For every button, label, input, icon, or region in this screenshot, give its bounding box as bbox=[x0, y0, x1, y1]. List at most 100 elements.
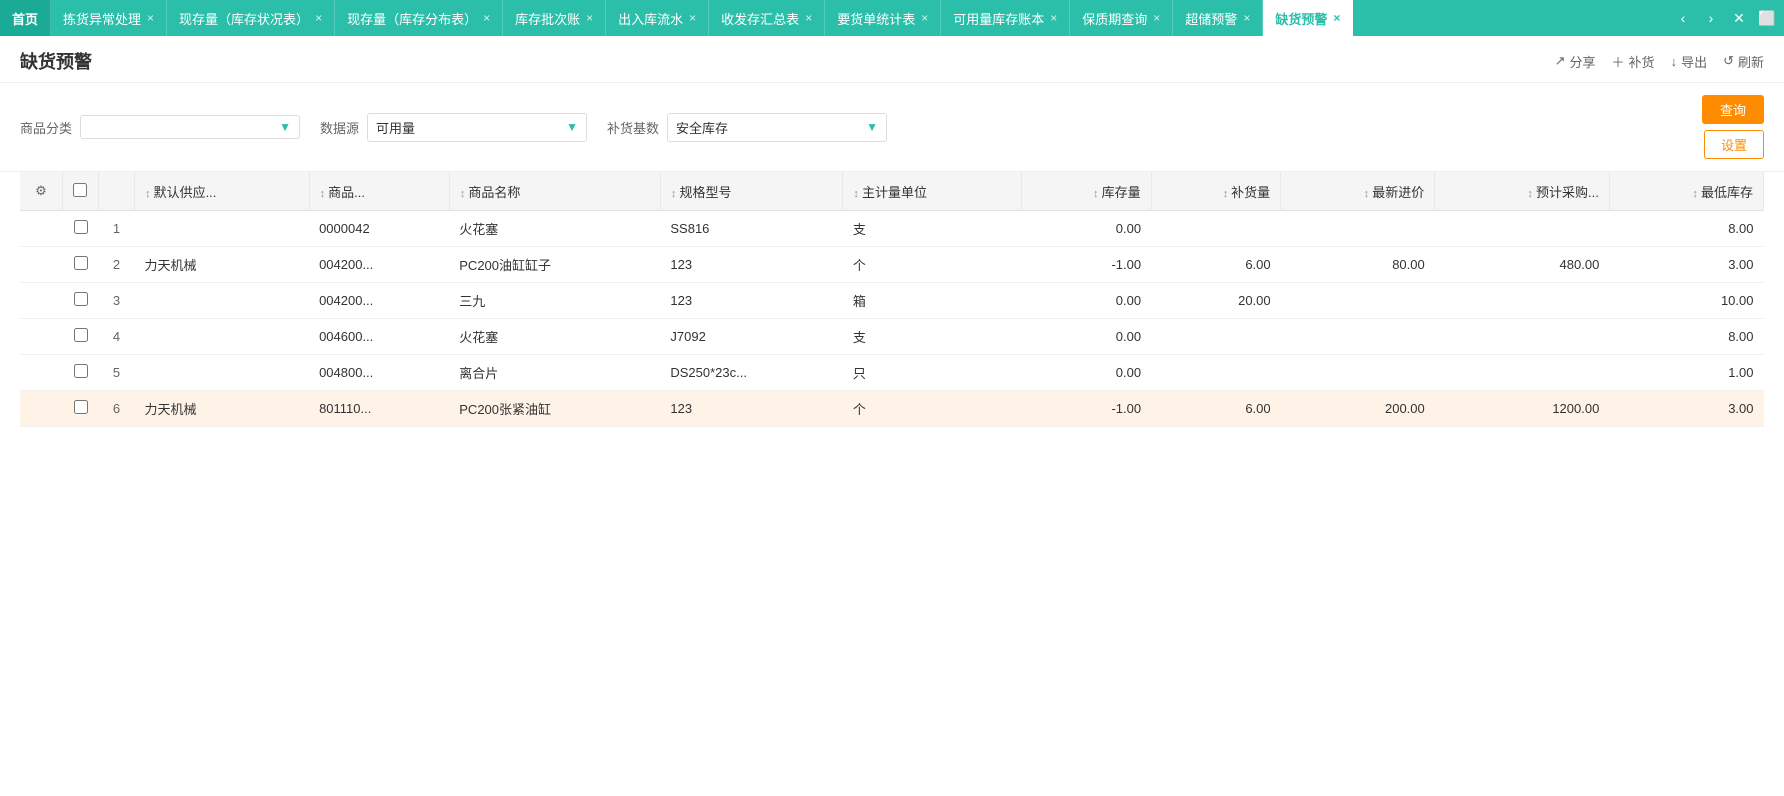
tab-shortage-warning-close[interactable]: × bbox=[1333, 11, 1340, 25]
col-unit[interactable]: 主计量单位 bbox=[843, 172, 1022, 211]
row-setting-cell bbox=[20, 247, 63, 283]
tab-expiry-query[interactable]: 保质期查询 × bbox=[1070, 0, 1173, 36]
row-unit: 支 bbox=[843, 211, 1022, 247]
tab-receive-summary[interactable]: 收发存汇总表 × bbox=[709, 0, 825, 36]
col-supplier[interactable]: 默认供应... bbox=[135, 172, 310, 211]
row-min-stock: 8.00 bbox=[1609, 319, 1763, 355]
query-button[interactable]: 查询 bbox=[1702, 95, 1764, 124]
tab-available-ledger-close[interactable]: × bbox=[1050, 11, 1057, 25]
row-code: 004600... bbox=[309, 319, 449, 355]
tab-stock-batch[interactable]: 库存批次账 × bbox=[503, 0, 606, 36]
tab-home[interactable]: 首页 bbox=[0, 0, 51, 36]
col-stock[interactable]: 库存量 bbox=[1022, 172, 1152, 211]
row-supplier bbox=[135, 283, 310, 319]
row-spec: J7092 bbox=[660, 319, 843, 355]
tab-stock-status[interactable]: 现存量（库存状况表） × bbox=[167, 0, 335, 36]
row-checkbox-cell[interactable] bbox=[63, 283, 99, 319]
category-select[interactable]: ▼ bbox=[80, 115, 300, 139]
export-button[interactable]: ↓ 导出 bbox=[1671, 52, 1708, 71]
select-all-checkbox[interactable] bbox=[73, 183, 87, 197]
tab-order-stats-close[interactable]: × bbox=[921, 11, 928, 25]
row-replenish: 20.00 bbox=[1151, 283, 1281, 319]
row-supplier bbox=[135, 211, 310, 247]
col-latest-price[interactable]: 最新进价 bbox=[1281, 172, 1435, 211]
tab-inout-flow[interactable]: 出入库流水 × bbox=[606, 0, 709, 36]
row-checkbox[interactable] bbox=[74, 400, 88, 414]
tab-stock-dist[interactable]: 现存量（库存分布表） × bbox=[335, 0, 503, 36]
tab-exception-close[interactable]: × bbox=[147, 11, 154, 25]
datasource-filter-group: 数据源 可用量 ▼ bbox=[320, 113, 587, 142]
tab-close-all-button[interactable]: ✕ bbox=[1726, 5, 1752, 31]
tab-order-stats[interactable]: 要货单统计表 × bbox=[825, 0, 941, 36]
row-checkbox[interactable] bbox=[74, 328, 88, 342]
row-number: 5 bbox=[99, 355, 135, 391]
col-estimated-purchase[interactable]: 预计采购... bbox=[1435, 172, 1610, 211]
row-checkbox[interactable] bbox=[74, 256, 88, 270]
row-number: 6 bbox=[99, 391, 135, 427]
col-min-stock[interactable]: 最低库存 bbox=[1609, 172, 1763, 211]
refresh-icon: ↺ bbox=[1723, 53, 1734, 69]
col-spec[interactable]: 规格型号 bbox=[660, 172, 843, 211]
replenish-base-select[interactable]: 安全库存 ▼ bbox=[667, 113, 887, 142]
row-spec: 123 bbox=[660, 391, 843, 427]
table-row: 4 004600... 火花塞 J7092 支 0.00 8.00 bbox=[20, 319, 1764, 355]
table-container: ⚙ 默认供应... 商品... 商品名称 bbox=[0, 172, 1784, 427]
row-checkbox[interactable] bbox=[74, 220, 88, 234]
row-checkbox-cell[interactable] bbox=[63, 355, 99, 391]
row-checkbox-cell[interactable] bbox=[63, 211, 99, 247]
row-number: 1 bbox=[99, 211, 135, 247]
table-row: 5 004800... 离合片 DS250*23c... 只 0.00 1.00 bbox=[20, 355, 1764, 391]
row-latest-price bbox=[1281, 211, 1435, 247]
replenish-base-filter-group: 补货基数 安全库存 ▼ bbox=[607, 113, 887, 142]
row-checkbox-cell[interactable] bbox=[63, 247, 99, 283]
tab-inout-flow-close[interactable]: × bbox=[689, 11, 696, 25]
tab-expand-button[interactable]: ⬜ bbox=[1754, 5, 1780, 31]
col-setting[interactable]: ⚙ bbox=[20, 172, 63, 211]
row-name: 火花塞 bbox=[449, 211, 660, 247]
tab-stock-status-close[interactable]: × bbox=[315, 11, 322, 25]
col-code[interactable]: 商品... bbox=[309, 172, 449, 211]
col-name[interactable]: 商品名称 bbox=[449, 172, 660, 211]
row-number: 4 bbox=[99, 319, 135, 355]
table-row: 6 力天机械 801110... PC200张紧油缸 123 个 -1.00 6… bbox=[20, 391, 1764, 427]
row-estimated-purchase: 1200.00 bbox=[1435, 391, 1610, 427]
tab-available-ledger[interactable]: 可用量库存账本 × bbox=[941, 0, 1070, 36]
data-table: ⚙ 默认供应... 商品... 商品名称 bbox=[20, 172, 1764, 427]
datasource-select[interactable]: 可用量 ▼ bbox=[367, 113, 587, 142]
settings-gear-icon[interactable]: ⚙ bbox=[30, 180, 52, 202]
tab-next-button[interactable]: › bbox=[1698, 5, 1724, 31]
row-stock: 0.00 bbox=[1022, 283, 1152, 319]
row-setting-cell bbox=[20, 211, 63, 247]
tab-expiry-query-close[interactable]: × bbox=[1153, 11, 1160, 25]
tab-receive-summary-close[interactable]: × bbox=[805, 11, 812, 25]
tab-prev-button[interactable]: ‹ bbox=[1670, 5, 1696, 31]
settings-button[interactable]: 设置 bbox=[1704, 130, 1764, 159]
row-checkbox[interactable] bbox=[74, 364, 88, 378]
replenish-button[interactable]: ＋ 补货 bbox=[1612, 52, 1655, 71]
row-checkbox-cell[interactable] bbox=[63, 319, 99, 355]
col-replenish[interactable]: 补货量 bbox=[1151, 172, 1281, 211]
tab-shortage-warning[interactable]: 缺货预警 × bbox=[1263, 0, 1353, 36]
row-checkbox-cell[interactable] bbox=[63, 391, 99, 427]
row-latest-price: 80.00 bbox=[1281, 247, 1435, 283]
table-row: 3 004200... 三九 123 箱 0.00 20.00 10.00 bbox=[20, 283, 1764, 319]
row-replenish bbox=[1151, 319, 1281, 355]
tab-overstock-warning[interactable]: 超储预警 × bbox=[1173, 0, 1263, 36]
row-name: 离合片 bbox=[449, 355, 660, 391]
refresh-button[interactable]: ↺ 刷新 bbox=[1723, 52, 1764, 71]
replenish-base-label: 补货基数 bbox=[607, 118, 659, 137]
tab-stock-batch-close[interactable]: × bbox=[586, 11, 593, 25]
tab-overstock-warning-close[interactable]: × bbox=[1243, 11, 1250, 25]
share-button[interactable]: ↗ 分享 bbox=[1555, 52, 1596, 71]
row-spec: DS250*23c... bbox=[660, 355, 843, 391]
page-header: 缺货预警 ↗ 分享 ＋ 补货 ↓ 导出 ↺ 刷新 bbox=[0, 36, 1784, 83]
tab-stock-dist-close[interactable]: × bbox=[483, 11, 490, 25]
table-body: 1 0000042 火花塞 SS816 支 0.00 8.00 2 力天机械 0… bbox=[20, 211, 1764, 427]
tab-exception[interactable]: 拣货异常处理 × bbox=[51, 0, 167, 36]
row-supplier bbox=[135, 355, 310, 391]
row-replenish: 6.00 bbox=[1151, 247, 1281, 283]
row-unit: 箱 bbox=[843, 283, 1022, 319]
category-dropdown-icon: ▼ bbox=[279, 120, 291, 134]
row-checkbox[interactable] bbox=[74, 292, 88, 306]
datasource-value: 可用量 bbox=[376, 118, 415, 137]
